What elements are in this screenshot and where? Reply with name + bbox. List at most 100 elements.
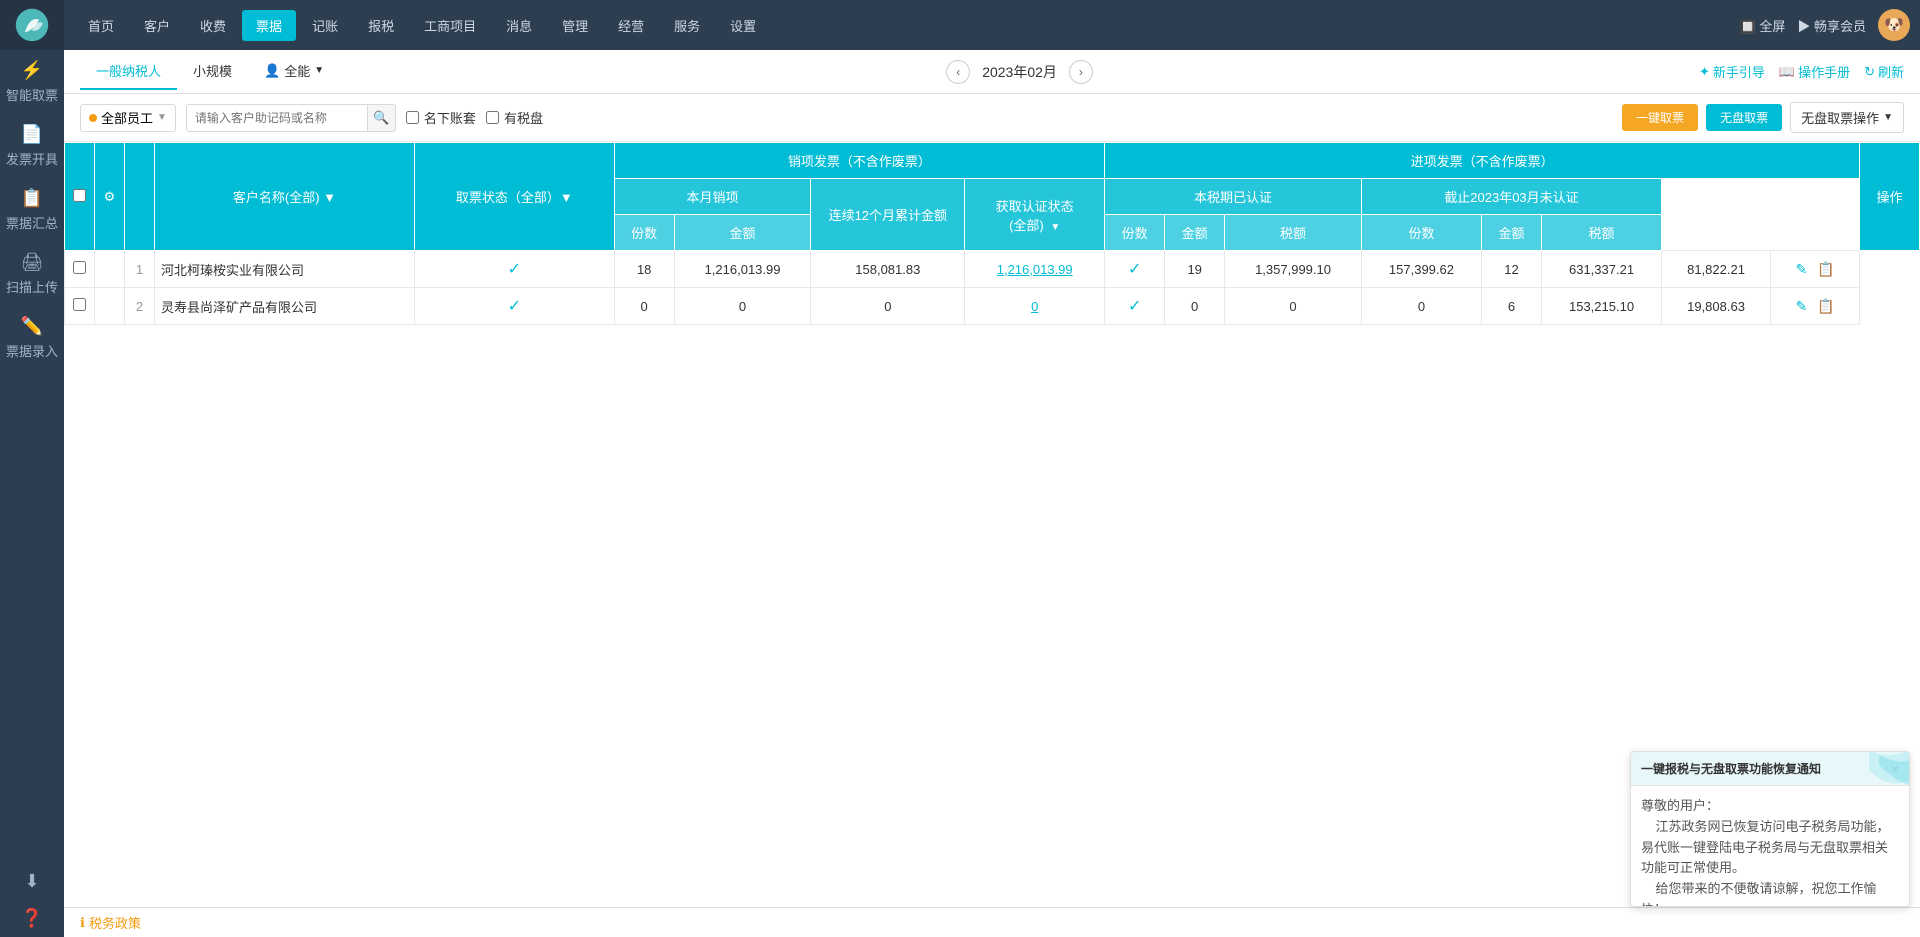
th-cum12m: 连续12个月累计金额 bbox=[811, 179, 965, 251]
notification-title: 一键报税与无盘取票功能恢复通知 bbox=[1641, 760, 1821, 777]
prev-month-btn[interactable]: ‹ bbox=[946, 60, 970, 84]
th-purchase-group: 进项发票（不含作废票） bbox=[1105, 143, 1860, 179]
info-icon: ℹ bbox=[80, 915, 85, 931]
tab-actions-right: ✦ 新手引导 📖 操作手册 ↻ 刷新 bbox=[1699, 62, 1904, 81]
row1-cum12m: 1,216,013.99 bbox=[965, 251, 1105, 288]
row1-uncert-count: 12 bbox=[1481, 251, 1541, 288]
row1-sales-count: 18 bbox=[614, 251, 674, 288]
row1-action: ✎ 📋 bbox=[1771, 251, 1860, 288]
sidebar-item-smart-fetch[interactable]: ⚡ 智能取票 bbox=[0, 50, 64, 114]
invoice-summary-icon: 📋 bbox=[21, 188, 43, 209]
row2-checkbox[interactable] bbox=[65, 288, 95, 325]
search-button[interactable]: 🔍 bbox=[367, 104, 395, 132]
select-all-checkbox[interactable] bbox=[73, 189, 86, 202]
employee-filter[interactable]: 全部员工 ▼ bbox=[80, 104, 176, 132]
tab-bar: 一般纳税人 小规模 👤 全能 ▼ ‹ 2023年02月 › ✦ 新手引导 📖 操… bbox=[64, 50, 1920, 94]
row1-num: 1 bbox=[125, 251, 155, 288]
nav-billing[interactable]: 收费 bbox=[186, 10, 240, 41]
nav-invoice[interactable]: 票据 bbox=[242, 10, 296, 41]
row1-pur-tax: 157,399.62 bbox=[1361, 251, 1481, 288]
cum12m-link[interactable]: 0 bbox=[1031, 299, 1038, 314]
row2-pur-count: 0 bbox=[1165, 288, 1225, 325]
nav-client[interactable]: 客户 bbox=[130, 10, 184, 41]
sidebar-item-invoice-input[interactable]: ✏️ 票据录入 bbox=[0, 306, 64, 370]
sidebar-help-btn[interactable]: ❓ bbox=[0, 900, 64, 937]
scan-upload-icon: 🖨 bbox=[21, 252, 44, 273]
th-fetch-status[interactable]: 取票状态（全部）▼ bbox=[414, 143, 614, 251]
tax-policy-link[interactable]: ℹ 税务政策 bbox=[80, 913, 141, 932]
fullscreen-btn[interactable]: 🔲 全屏 bbox=[1740, 16, 1786, 35]
tab-all[interactable]: 👤 全能 ▼ bbox=[248, 53, 340, 90]
refresh-btn[interactable]: ↻ 刷新 bbox=[1864, 62, 1904, 81]
th-cert-status[interactable]: 获取认证状态(全部) ▼ bbox=[965, 179, 1105, 251]
detail-icon[interactable]: 📋 bbox=[1817, 298, 1834, 314]
th-pur-tax: 税额 bbox=[1225, 215, 1362, 251]
no-disk-fetch-btn[interactable]: 无盘取票 bbox=[1706, 104, 1782, 131]
nav-manage[interactable]: 管理 bbox=[548, 10, 602, 41]
chevron-down-icon: ▼ bbox=[1883, 112, 1893, 123]
row1-fetch-status: ✓ bbox=[414, 251, 614, 288]
tab-general[interactable]: 一般纳税人 bbox=[80, 53, 177, 90]
nav-settings[interactable]: 设置 bbox=[716, 10, 770, 41]
edit-icon[interactable]: ✎ bbox=[1796, 298, 1808, 314]
sidebar-item-invoice-open[interactable]: 📄 发票开具 bbox=[0, 114, 64, 178]
detail-icon[interactable]: 📋 bbox=[1817, 261, 1834, 277]
row2-pur-amount: 0 bbox=[1225, 288, 1362, 325]
row2-uncert-amount: 153,215.10 bbox=[1541, 288, 1661, 325]
th-client-name[interactable]: 客户名称(全部) ▼ bbox=[155, 143, 415, 251]
chevron-down-icon: ▼ bbox=[157, 112, 167, 123]
sidebar-item-scan-upload[interactable]: 🖨 扫描上传 bbox=[0, 242, 64, 306]
my-accounts-checkbox-label[interactable]: 名下账套 bbox=[406, 108, 476, 127]
manual-btn[interactable]: 📖 操作手册 bbox=[1779, 62, 1850, 81]
row2-fetch-status: ✓ bbox=[414, 288, 614, 325]
toolbar-right: 一键取票 无盘取票 无盘取票操作 ▼ bbox=[1622, 102, 1904, 133]
has-taxpad-checkbox-label[interactable]: 有税盘 bbox=[486, 108, 543, 127]
member-btn[interactable]: ▶ 畅享会员 bbox=[1797, 16, 1866, 35]
th-pur-amount: 金额 bbox=[1165, 215, 1225, 251]
sidebar-item-invoice-summary[interactable]: 📋 票据汇总 bbox=[0, 178, 64, 242]
nav-operation[interactable]: 经营 bbox=[604, 10, 658, 41]
sidebar: ⚡ 智能取票 📄 发票开具 📋 票据汇总 🖨 扫描上传 ✏️ 票据录入 ⬇ ❓ bbox=[0, 0, 64, 937]
table-row: 2 灵寿县尚泽矿产品有限公司 ✓ 0 0 0 0 ✓ 0 0 0 6 153,2… bbox=[65, 288, 1920, 325]
th-sales-count: 份数 bbox=[614, 215, 674, 251]
tab-small[interactable]: 小规模 bbox=[177, 53, 248, 90]
row1-sales-amount: 1,216,013.99 bbox=[674, 251, 811, 288]
my-accounts-checkbox[interactable] bbox=[406, 111, 419, 124]
one-click-fetch-btn[interactable]: 一键取票 bbox=[1622, 104, 1698, 131]
has-taxpad-checkbox[interactable] bbox=[486, 111, 499, 124]
nav-message[interactable]: 消息 bbox=[492, 10, 546, 41]
row2-uncert-count: 6 bbox=[1481, 288, 1541, 325]
topnav: 首页 客户 收费 票据 记账 报税 工商项目 消息 管理 经营 服务 设置 🔲 … bbox=[64, 0, 1920, 50]
nav-business[interactable]: 工商项目 bbox=[410, 10, 490, 41]
row1-checkbox[interactable] bbox=[65, 251, 95, 288]
next-month-btn[interactable]: › bbox=[1069, 60, 1093, 84]
notification-deco bbox=[1839, 751, 1909, 800]
invoice-input-icon: ✏️ bbox=[21, 316, 43, 337]
row1-sales-tax: 158,081.83 bbox=[811, 251, 965, 288]
logo[interactable] bbox=[0, 0, 64, 50]
row2-sales-tax: 0 bbox=[811, 288, 965, 325]
current-date: 2023年02月 bbox=[982, 62, 1057, 82]
no-disk-ops-btn[interactable]: 无盘取票操作 ▼ bbox=[1790, 102, 1904, 133]
edit-icon[interactable]: ✎ bbox=[1796, 261, 1808, 277]
nav-home[interactable]: 首页 bbox=[74, 10, 128, 41]
nav-service[interactable]: 服务 bbox=[660, 10, 714, 41]
nav-accounting[interactable]: 记账 bbox=[298, 10, 352, 41]
row2-action: ✎ 📋 bbox=[1771, 288, 1860, 325]
user-avatar[interactable]: 🐶 bbox=[1878, 9, 1910, 41]
th-monthly-sales: 本月销项 bbox=[614, 179, 811, 215]
th-settings: ⚙ bbox=[95, 143, 125, 251]
cert-check-icon: ✓ bbox=[1128, 298, 1141, 315]
cum12m-link[interactable]: 1,216,013.99 bbox=[997, 262, 1073, 277]
th-uncertified: 截止2023年03月未认证 bbox=[1361, 179, 1661, 215]
new-guide-btn[interactable]: ✦ 新手引导 bbox=[1699, 62, 1765, 81]
nav-tax[interactable]: 报税 bbox=[354, 10, 408, 41]
th-sales-amount: 金额 bbox=[674, 215, 811, 251]
th-certified: 本税期已认证 bbox=[1105, 179, 1362, 215]
search-input[interactable] bbox=[187, 105, 367, 131]
row2-sales-count: 0 bbox=[614, 288, 674, 325]
table-row: 1 河北柯瑧桉实业有限公司 ✓ 18 1,216,013.99 158,081.… bbox=[65, 251, 1920, 288]
invoice-open-icon: 📄 bbox=[21, 124, 43, 145]
sidebar-download-btn[interactable]: ⬇ bbox=[0, 863, 64, 900]
row1-cert-status: ✓ bbox=[1105, 251, 1165, 288]
